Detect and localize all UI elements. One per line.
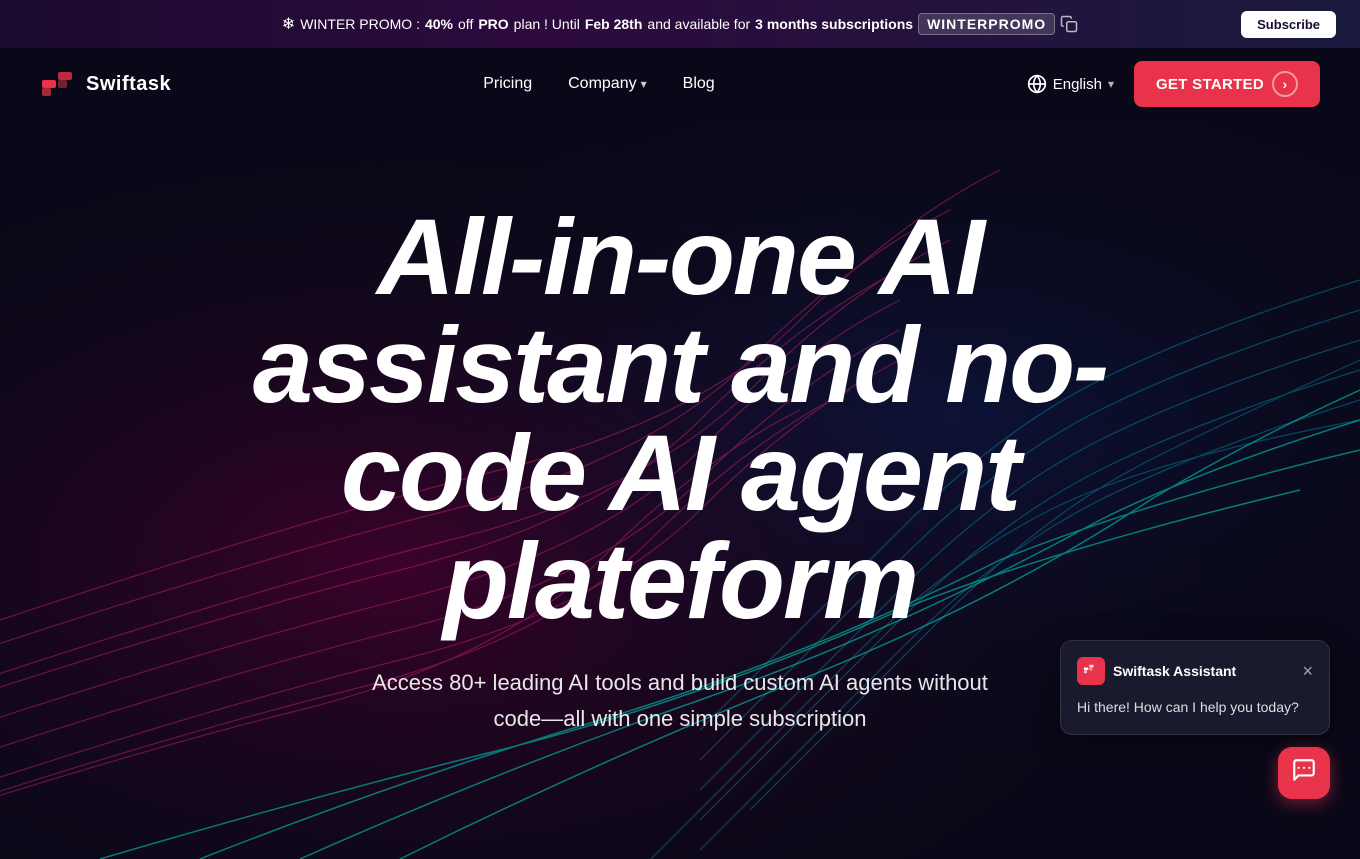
chat-header-left: Swiftask Assistant — [1077, 657, 1236, 685]
company-chevron-icon: ▾ — [641, 77, 647, 91]
chat-popup: Swiftask Assistant × Hi there! How can I… — [1060, 640, 1330, 735]
chat-bubble-icon — [1291, 757, 1317, 789]
navbar: Swiftask Pricing Company ▾ Blog English … — [0, 48, 1360, 120]
subscribe-button[interactable]: Subscribe — [1241, 11, 1336, 38]
nav-pricing[interactable]: Pricing — [483, 75, 532, 93]
chat-close-button[interactable]: × — [1302, 662, 1313, 680]
copy-icon[interactable] — [1060, 15, 1078, 33]
announcement-off: off — [458, 16, 473, 32]
announcement-duration: 3 months subscriptions — [755, 16, 913, 32]
announcement-discount: 40% — [425, 16, 453, 32]
arrow-circle-icon: › — [1272, 71, 1298, 97]
nav-cta: English ▾ GET STARTED › — [1027, 61, 1320, 107]
promo-code-badge[interactable]: WINTERPROMO — [918, 13, 1055, 35]
globe-icon — [1027, 74, 1047, 94]
announcement-plan: PRO — [478, 16, 508, 32]
announcement-date: Feb 28th — [585, 16, 643, 32]
language-chevron-icon: ▾ — [1108, 77, 1114, 91]
nav-company[interactable]: Company ▾ — [568, 75, 647, 93]
announcement-and: and available for — [647, 16, 750, 32]
language-label: English — [1053, 76, 1102, 93]
language-selector[interactable]: English ▾ — [1027, 74, 1114, 94]
chat-message: Hi there! How can I help you today? — [1077, 697, 1313, 718]
logo-text: Swiftask — [86, 73, 171, 96]
announcement-plan-text: plan ! Until — [514, 16, 580, 32]
announcement-text: ❄ WINTER PROMO : 40% off PRO plan ! Unti… — [282, 13, 1078, 35]
logo[interactable]: Swiftask — [40, 66, 171, 102]
chat-header: Swiftask Assistant × — [1077, 657, 1313, 685]
chat-fab-button[interactable] — [1278, 747, 1330, 799]
announcement-bar: ❄ WINTER PROMO : 40% off PRO plan ! Unti… — [0, 0, 1360, 48]
chat-logo-icon — [1077, 657, 1105, 685]
get-started-button[interactable]: GET STARTED › — [1134, 61, 1320, 107]
hero-subtitle: Access 80+ leading AI tools and build cu… — [370, 665, 990, 735]
hero-section: All-in-one AI assistant and no- code AI … — [0, 120, 1360, 859]
announcement-prefix: WINTER PROMO : — [300, 16, 420, 32]
chat-widget: Swiftask Assistant × Hi there! How can I… — [1060, 640, 1330, 799]
logo-icon — [40, 66, 76, 102]
nav-blog[interactable]: Blog — [683, 75, 715, 93]
hero-content: All-in-one AI assistant and no- code AI … — [253, 203, 1107, 735]
snowflake-icon: ❄ — [282, 14, 295, 34]
nav-links: Pricing Company ▾ Blog — [483, 75, 714, 93]
hero-title: All-in-one AI assistant and no- code AI … — [253, 203, 1107, 635]
chat-title: Swiftask Assistant — [1113, 663, 1236, 679]
